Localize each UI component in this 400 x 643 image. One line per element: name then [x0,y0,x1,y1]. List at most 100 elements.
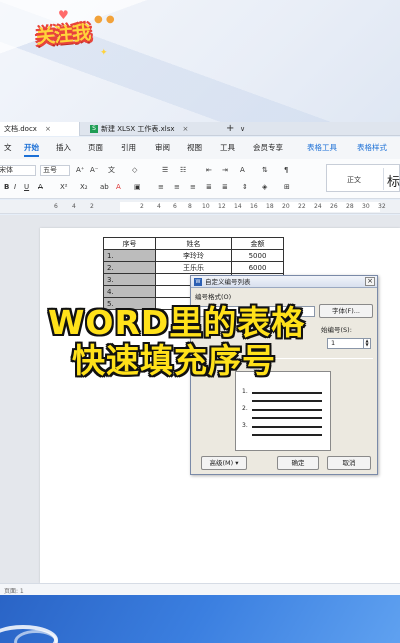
bear-ears-icon: ● ● [94,14,115,25]
ok-button[interactable]: 确定 [277,456,319,470]
ruler-tick: 10 [202,203,210,210]
preview-line [252,400,322,402]
tab-docx[interactable]: 文档.docx × [0,122,80,136]
ruler-tick: 24 [314,203,322,210]
menu-insert[interactable]: 插入 [56,142,71,154]
ruler-tick: 2 [90,203,94,210]
ruler-tick: 18 [266,203,274,210]
shading-icon[interactable]: ◈ [262,182,267,192]
distribute-icon[interactable]: ≣ [222,182,228,192]
menu-page[interactable]: 页面 [88,142,103,154]
font-name-select[interactable]: 宋体 [0,165,36,176]
status-text: 页面: 1 [4,588,24,595]
preview-line [252,392,322,394]
cell-name[interactable]: 李玲玲 [155,249,232,262]
tab-xlsx-label: 新建 XLSX 工作表.xlsx [101,125,175,133]
sparkle-icon: ✦ [100,48,108,58]
menu-file[interactable]: 文 [4,142,12,154]
outdent-icon[interactable]: ⇤ [206,165,212,175]
cell-amount[interactable]: 6000 [231,261,284,274]
cell-name[interactable]: 王乐乐 [155,261,232,274]
header-number[interactable]: 序号 [103,237,156,250]
follow-badge-text: 关注我 [35,21,92,49]
bullet-list-icon[interactable]: ☰ [162,165,168,175]
ruler-tick: 6 [54,203,58,210]
menu-review[interactable]: 审阅 [155,142,170,154]
header-name[interactable]: 姓名 [155,237,232,250]
menu-member[interactable]: 会员专享 [253,142,283,154]
table-row: 2. 王乐乐 6000 [103,261,284,274]
eraser-icon[interactable]: ◇ [132,165,137,175]
ruler-tick: 22 [298,203,306,210]
superscript-icon[interactable]: X² [60,182,68,192]
ribbon-toolbar: 宋体 五号 A⁺ A⁻ 文 ◇ ☰ ☷ ⇤ ⇥ A ⇅ ¶ B I U A X²… [0,159,400,199]
close-icon[interactable]: × [45,125,51,133]
indent-icon[interactable]: ⇥ [222,165,228,175]
cell-number[interactable]: 4. [103,285,156,298]
preview-number: 1. [242,388,248,395]
ruler-tick: 4 [157,203,161,210]
numbering-preview: 1. 2. 3. [235,371,331,451]
sort-icon[interactable]: ⇅ [262,165,268,175]
style-normal[interactable]: 正文 [347,175,361,185]
style-gallery[interactable]: 正文 标 [326,164,400,192]
tab-docx-label: 文档.docx [4,125,37,133]
preview-number: 2. [242,405,248,412]
bold-icon[interactable]: B [4,182,9,192]
char-border-icon[interactable]: ▣ [134,182,141,192]
menu-tools[interactable]: 工具 [220,142,235,154]
cell-number[interactable]: 1. [103,249,156,262]
italic-icon[interactable]: I [14,182,16,192]
font-color-icon[interactable]: A [116,182,121,192]
menu-references[interactable]: 引用 [121,142,136,154]
shrink-font-icon[interactable]: A⁻ [90,165,98,175]
ruler-tick: 8 [188,203,192,210]
grow-font-icon[interactable]: A⁺ [76,165,84,175]
app-icon: W [194,278,202,286]
cancel-button[interactable]: 取消 [327,456,371,470]
close-icon[interactable]: × [183,125,189,133]
ruler-tick: 28 [346,203,354,210]
highlight-icon[interactable]: ab [100,182,109,192]
align-center-icon[interactable]: ≡ [174,182,180,192]
borders-icon[interactable]: ⊞ [284,182,290,192]
line-spacing-icon[interactable]: ⇕ [242,182,248,192]
close-icon[interactable]: × [365,277,375,286]
preview-number: 3. [242,422,248,429]
menu-home[interactable]: 开始 [24,142,39,157]
menu-table-style[interactable]: 表格样式 [357,142,387,154]
char-scale-icon[interactable]: A [240,165,245,175]
preview-line [252,426,322,428]
preview-line [252,417,322,419]
video-headline: WORD里的表格 快速填充序号 [48,304,368,380]
dialog-title-bar[interactable]: W 自定义编号列表 × [191,276,377,288]
new-tab-button[interactable]: + [226,122,234,136]
cell-number[interactable]: 3. [103,273,156,286]
menu-bar: 文 开始 插入 页面 引用 审阅 视图 工具 会员专享 表格工具 表格样式 [0,137,400,159]
cell-amount[interactable]: 5000 [231,249,284,262]
menu-view[interactable]: 视图 [187,142,202,154]
header-amount[interactable]: 金额 [231,237,284,250]
font-size-select[interactable]: 五号 [40,165,70,176]
numbered-list-icon[interactable]: ☷ [180,165,186,175]
horizontal-ruler: 6 4 2 2 4 6 8 10 12 14 16 18 20 22 24 26… [0,200,400,214]
subscript-icon[interactable]: X₂ [80,182,88,192]
ruler-tick: 26 [330,203,338,210]
style-title[interactable]: 标 [387,171,400,190]
headline-line-1: WORD里的表格 [48,303,306,342]
underline-icon[interactable]: U [24,182,29,192]
strikethrough-icon[interactable]: A [38,182,43,192]
chevron-down-icon[interactable]: ∨ [240,122,245,136]
pinyin-icon[interactable]: 文 [108,165,115,175]
menu-table-tools[interactable]: 表格工具 [307,142,337,154]
align-right-icon[interactable]: ≡ [190,182,196,192]
tab-xlsx[interactable]: S 新建 XLSX 工作表.xlsx × [86,122,220,136]
cell-number[interactable]: 2. [103,261,156,274]
spreadsheet-icon: S [90,125,98,133]
table-header-row: 序号 姓名 金额 [103,237,284,250]
ruler-tick: 12 [218,203,226,210]
advanced-button[interactable]: 高级(M) ▾ [201,456,247,470]
justify-icon[interactable]: ≣ [206,182,212,192]
show-marks-icon[interactable]: ¶ [284,165,288,175]
align-left-icon[interactable]: ≡ [158,182,164,192]
